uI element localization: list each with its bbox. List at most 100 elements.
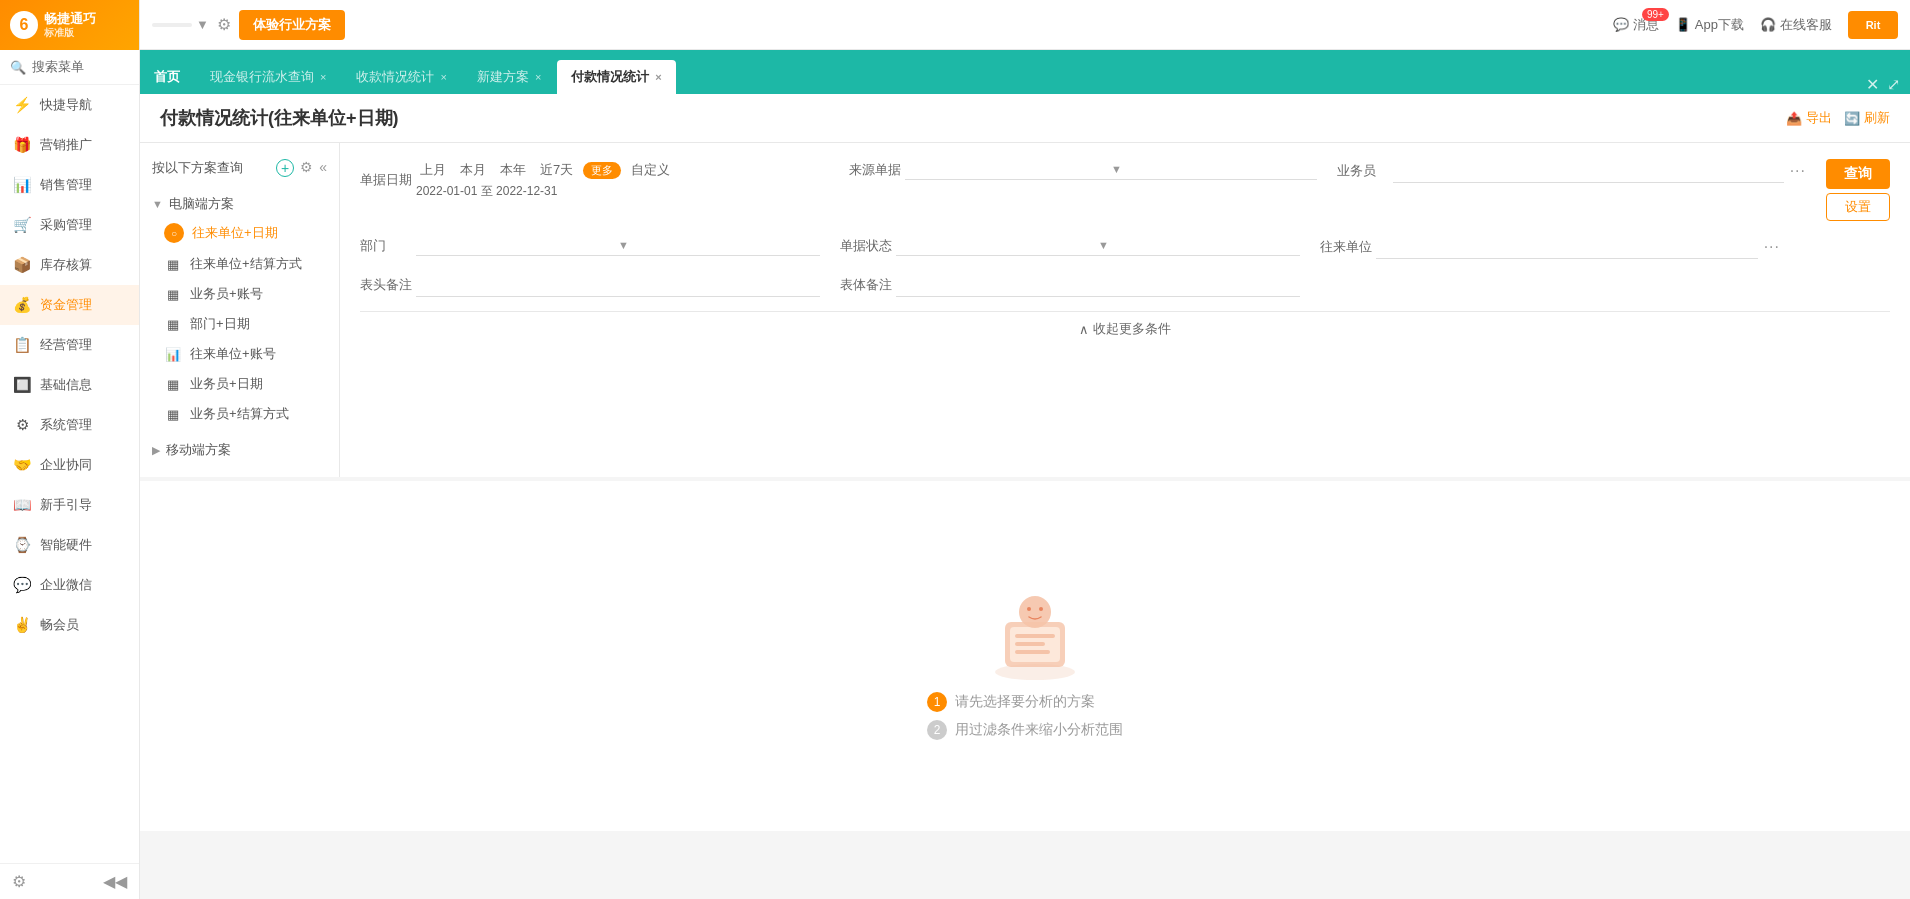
refresh-btn[interactable]: 🔄 刷新 <box>1844 109 1890 127</box>
sidebar-item-business[interactable]: 📋 经营管理 <box>0 325 139 365</box>
filter-counterpart-label: 往来单位 <box>1320 238 1376 256</box>
tab-expand-icon[interactable]: ⤢ <box>1887 75 1900 94</box>
scheme-item-label: 部门+日期 <box>190 315 250 333</box>
filter-dept-field: 部门 ▼ <box>360 235 820 256</box>
trial-btn[interactable]: 体验行业方案 <box>239 10 345 40</box>
tab-receipts[interactable]: 收款情况统计 × <box>342 60 460 94</box>
corp-icon: 🤝 <box>12 455 32 475</box>
filter-source-select[interactable]: ▼ <box>905 159 1318 180</box>
scheme-pc-group: ▼ 电脑端方案 ○ 往来单位+日期 ▦ 往来单位+结算方式 ▦ 业务员+账号 <box>140 187 339 433</box>
topbar-msg-btn[interactable]: 💬 消息 99+ <box>1613 16 1659 34</box>
tip2-num: 2 <box>927 720 947 740</box>
filter-form: 单据日期 上月 本月 本年 近7天 更多 自定义 2022-01-01 至 20… <box>340 143 1910 477</box>
settings-btn[interactable]: 设置 <box>1826 193 1890 221</box>
filter-body-note-input[interactable] <box>896 273 1300 297</box>
scheme-item-salesman-date[interactable]: ▦ 业务员+日期 <box>140 369 339 399</box>
sidebar-item-label: 系统管理 <box>40 416 92 434</box>
salesperson-dots-btn[interactable]: ··· <box>1790 162 1806 180</box>
footer-settings-btn[interactable]: ⚙ <box>12 872 26 891</box>
scheme-item-counterpart-settle[interactable]: ▦ 往来单位+结算方式 <box>140 249 339 279</box>
sidebar-item-hardware[interactable]: ⌚ 智能硬件 <box>0 525 139 565</box>
scheme-mobile-group-header[interactable]: ▶ 移动端方案 <box>140 437 339 463</box>
topbar-settings-icon[interactable]: ⚙ <box>217 15 231 34</box>
sidebar-item-inventory[interactable]: 📦 库存核算 <box>0 245 139 285</box>
sidebar-item-purchase[interactable]: 🛒 采购管理 <box>0 205 139 245</box>
topbar-left: ▼ ⚙ 体验行业方案 <box>152 10 1603 40</box>
date-btn-this-month[interactable]: 本月 <box>456 159 490 181</box>
sidebar-item-basic[interactable]: 🔲 基础信息 <box>0 365 139 405</box>
topbar-avatar[interactable]: Rit <box>1848 11 1898 39</box>
scheme-settings-btn[interactable]: ⚙ <box>300 159 313 177</box>
topbar-service-btn[interactable]: 🎧 在线客服 <box>1760 16 1832 34</box>
page-title: 付款情况统计(往来单位+日期) <box>160 106 399 130</box>
sidebar-item-quick-nav[interactable]: ⚡ 快捷导航 <box>0 85 139 125</box>
logo-sub: 标准版 <box>44 27 96 39</box>
export-btn[interactable]: 📤 导出 <box>1786 109 1832 127</box>
tab-payment-stat-close[interactable]: × <box>655 71 661 83</box>
collapse-more-btn[interactable]: ∧ 收起更多条件 <box>360 311 1890 346</box>
filter-dept-select[interactable]: ▼ <box>416 235 820 256</box>
filter-row-3: 表头备注 表体备注 <box>360 273 1890 297</box>
tab-cash-flow[interactable]: 现金银行流水查询 × <box>196 60 340 94</box>
topbar-app-btn[interactable]: 📱 App下载 <box>1675 16 1744 34</box>
filter-salesperson-input[interactable] <box>1393 159 1783 183</box>
sidebar-item-marketing[interactable]: 🎁 营销推广 <box>0 125 139 165</box>
scheme-pc-group-header[interactable]: ▼ 电脑端方案 <box>140 191 339 217</box>
refresh-icon: 🔄 <box>1844 111 1860 126</box>
scheme-header-icons: + ⚙ « <box>276 159 327 177</box>
counterpart-dots-btn[interactable]: ··· <box>1764 238 1780 256</box>
scheme-item-counterpart-account[interactable]: 📊 往来单位+账号 <box>140 339 339 369</box>
sidebar-search[interactable]: 🔍 搜索菜单 <box>0 50 139 85</box>
empty-tips: 1 请先选择要分析的方案 2 用过滤条件来缩小分析范围 <box>927 692 1123 740</box>
tab-close-all-icon[interactable]: ✕ <box>1866 75 1879 94</box>
scheme-collapse-btn[interactable]: « <box>319 159 327 177</box>
scheme-add-btn[interactable]: + <box>276 159 294 177</box>
tip1-num: 1 <box>927 692 947 712</box>
date-btn-last-month[interactable]: 上月 <box>416 159 450 181</box>
tab-home-label: 首页 <box>154 68 180 86</box>
wechat-icon: 💬 <box>12 575 32 595</box>
date-btn-more[interactable]: 更多 <box>583 162 621 179</box>
tab-new-scheme[interactable]: 新建方案 × <box>463 60 555 94</box>
filter-header-note-input[interactable] <box>416 273 820 297</box>
tab-home[interactable]: 首页 <box>140 60 194 94</box>
sidebar-item-corp[interactable]: 🤝 企业协同 <box>0 445 139 485</box>
date-btn-7days[interactable]: 近7天 <box>536 159 577 181</box>
tab-cash-flow-label: 现金银行流水查询 <box>210 68 314 86</box>
sidebar-item-guide[interactable]: 📖 新手引导 <box>0 485 139 525</box>
scheme-item-counterpart-date[interactable]: ○ 往来单位+日期 <box>140 217 339 249</box>
scheme-header: 按以下方案查询 + ⚙ « <box>140 153 339 187</box>
tab-payment-stat-label: 付款情况统计 <box>571 68 649 86</box>
scheme-item-salesman-settle[interactable]: ▦ 业务员+结算方式 <box>140 399 339 429</box>
page-actions: 📤 导出 🔄 刷新 <box>1786 109 1890 127</box>
collapse-label: 收起更多条件 <box>1093 320 1171 338</box>
sidebar-item-system[interactable]: ⚙ 系统管理 <box>0 405 139 445</box>
sidebar-item-wechat[interactable]: 💬 企业微信 <box>0 565 139 605</box>
voucher-status-dropdown-arrow: ▼ <box>1098 239 1294 251</box>
svg-rect-3 <box>1015 634 1055 638</box>
sidebar-item-capital[interactable]: 💰 资金管理 <box>0 285 139 325</box>
scheme-grid-icon3: ▦ <box>164 315 182 333</box>
scheme-item-dept-date[interactable]: ▦ 部门+日期 <box>140 309 339 339</box>
footer-collapse-btn[interactable]: ◀◀ <box>103 872 127 891</box>
quick-nav-icon: ⚡ <box>12 95 32 115</box>
sidebar-item-sales[interactable]: 📊 销售管理 <box>0 165 139 205</box>
tab-receipts-close[interactable]: × <box>440 71 446 83</box>
tab-new-scheme-close[interactable]: × <box>535 71 541 83</box>
sidebar-item-label: 新手引导 <box>40 496 92 514</box>
filter-panel: 按以下方案查询 + ⚙ « ▼ 电脑端方案 ○ 往来单位+日期 <box>140 143 1910 477</box>
tab-payment-stat[interactable]: 付款情况统计 × <box>557 60 675 94</box>
sidebar-item-member[interactable]: ✌ 畅会员 <box>0 605 139 645</box>
filter-counterpart-input[interactable] <box>1376 235 1758 259</box>
scheme-mobile-group: ▶ 移动端方案 <box>140 433 339 467</box>
company-dropdown-icon[interactable]: ▼ <box>196 17 209 32</box>
query-btn[interactable]: 查询 <box>1826 159 1890 189</box>
date-btn-custom[interactable]: 自定义 <box>627 159 674 181</box>
scheme-item-salesman-account[interactable]: ▦ 业务员+账号 <box>140 279 339 309</box>
filter-voucher-status-select[interactable]: ▼ <box>896 235 1300 256</box>
date-btn-this-year[interactable]: 本年 <box>496 159 530 181</box>
sidebar-nav: ⚡ 快捷导航 🎁 营销推广 📊 销售管理 🛒 采购管理 📦 库存核算 💰 资金管… <box>0 85 139 863</box>
tab-cash-flow-close[interactable]: × <box>320 71 326 83</box>
app-icon: 📱 <box>1675 17 1691 32</box>
scheme-sidebar: 按以下方案查询 + ⚙ « ▼ 电脑端方案 ○ 往来单位+日期 <box>140 143 340 477</box>
